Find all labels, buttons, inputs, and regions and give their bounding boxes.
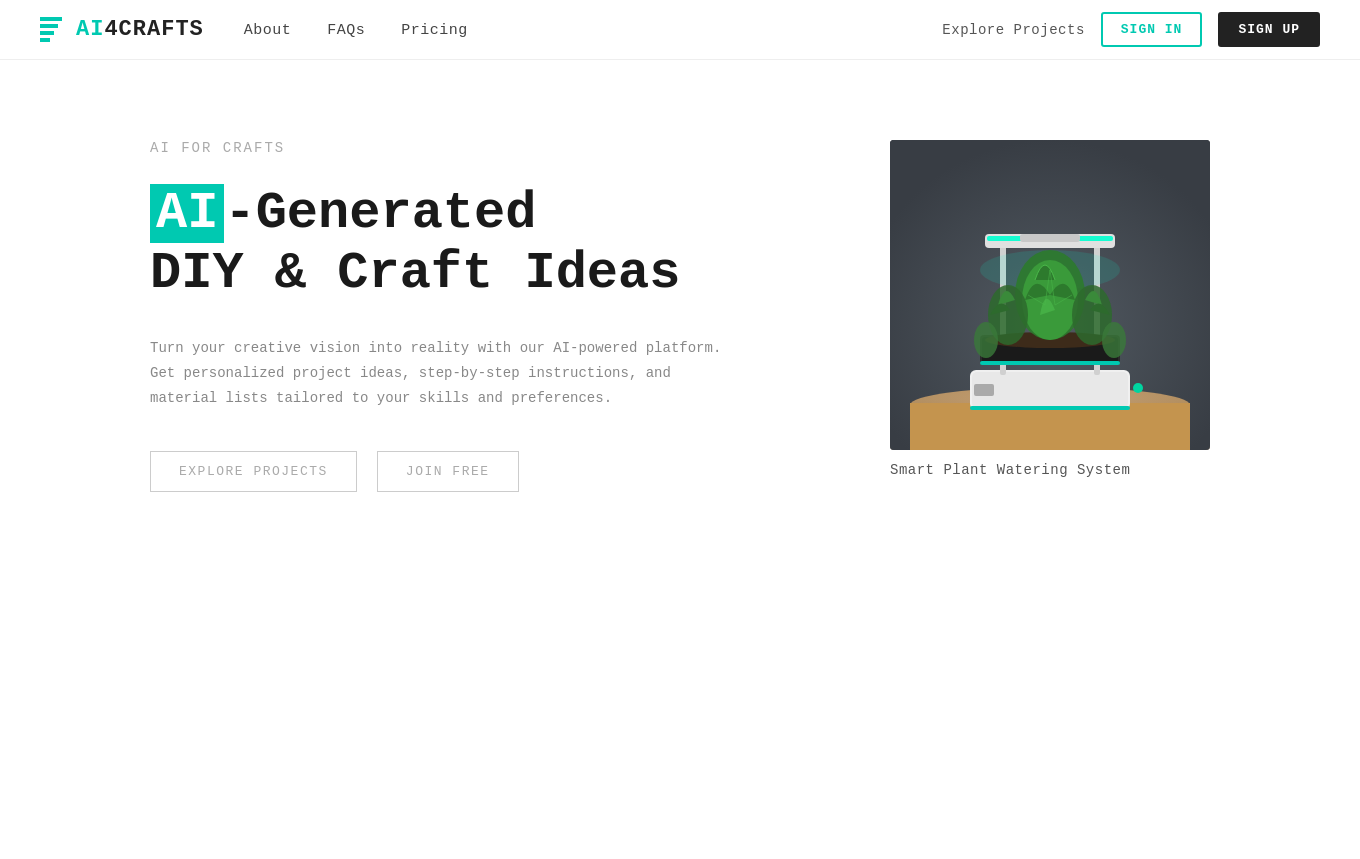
svg-point-22 [974,322,998,358]
join-free-button[interactable]: JOIN FREE [377,451,519,492]
nav-item-pricing: Pricing [401,21,468,39]
sign-up-button[interactable]: SIGN UP [1218,12,1320,47]
nav-right: Explore Projects SIGN IN SIGN UP [942,12,1320,47]
hero-section: AI for CRAFTS AI-Generated DIY & Craft I… [0,60,1360,572]
hero-title: AI-Generated DIY & Craft Ideas [150,184,790,304]
svg-point-7 [1133,383,1143,393]
nav-links: About FAQs Pricing [244,21,468,39]
logo-bars-icon [40,17,62,42]
hero-buttons: EXPLORE PROJECTS JOIN FREE [150,451,790,492]
explore-projects-button[interactable]: EXPLORE PROJECTS [150,451,357,492]
nav-link-pricing[interactable]: Pricing [401,22,468,39]
plant-illustration [890,140,1210,450]
project-card: Smart Plant Watering System [890,140,1210,478]
hero-right: Smart Plant Watering System [890,140,1210,478]
svg-rect-6 [974,384,994,396]
hero-description: Turn your creative vision into reality w… [150,336,730,412]
logo-suffix: CRAFTS [119,17,204,42]
sign-in-button[interactable]: SIGN IN [1101,12,1203,47]
hero-ai-highlight: AI [150,184,224,243]
hero-subtitle: AI for CRAFTS [150,140,790,156]
logo-text: AI4CRAFTS [76,17,204,42]
logo-number: 4 [104,17,118,42]
nav-left: AI4CRAFTS About FAQs Pricing [40,17,468,42]
project-image [890,140,1210,450]
logo-ai: AI [76,17,104,42]
svg-rect-12 [1020,234,1080,242]
navbar: AI4CRAFTS About FAQs Pricing Explore Pro… [0,0,1360,60]
svg-rect-4 [972,372,1128,408]
logo-link[interactable]: AI4CRAFTS [40,17,204,42]
hero-left: AI for CRAFTS AI-Generated DIY & Craft I… [150,140,790,492]
nav-item-faqs: FAQs [327,21,365,39]
hero-title-line1: AI-Generated [150,184,536,243]
hero-title-line2: DIY & Craft Ideas [150,244,790,304]
nav-item-about: About [244,21,292,39]
hero-title-rest: -Generated [224,184,536,243]
nav-link-faqs[interactable]: FAQs [327,22,365,39]
svg-rect-16 [980,361,1120,365]
project-label: Smart Plant Watering System [890,462,1130,478]
svg-point-23 [1102,322,1126,358]
svg-rect-5 [970,406,1130,410]
plant-svg [890,140,1210,450]
nav-link-about[interactable]: About [244,22,292,39]
svg-rect-2 [910,403,1190,450]
explore-projects-link[interactable]: Explore Projects [942,22,1084,38]
